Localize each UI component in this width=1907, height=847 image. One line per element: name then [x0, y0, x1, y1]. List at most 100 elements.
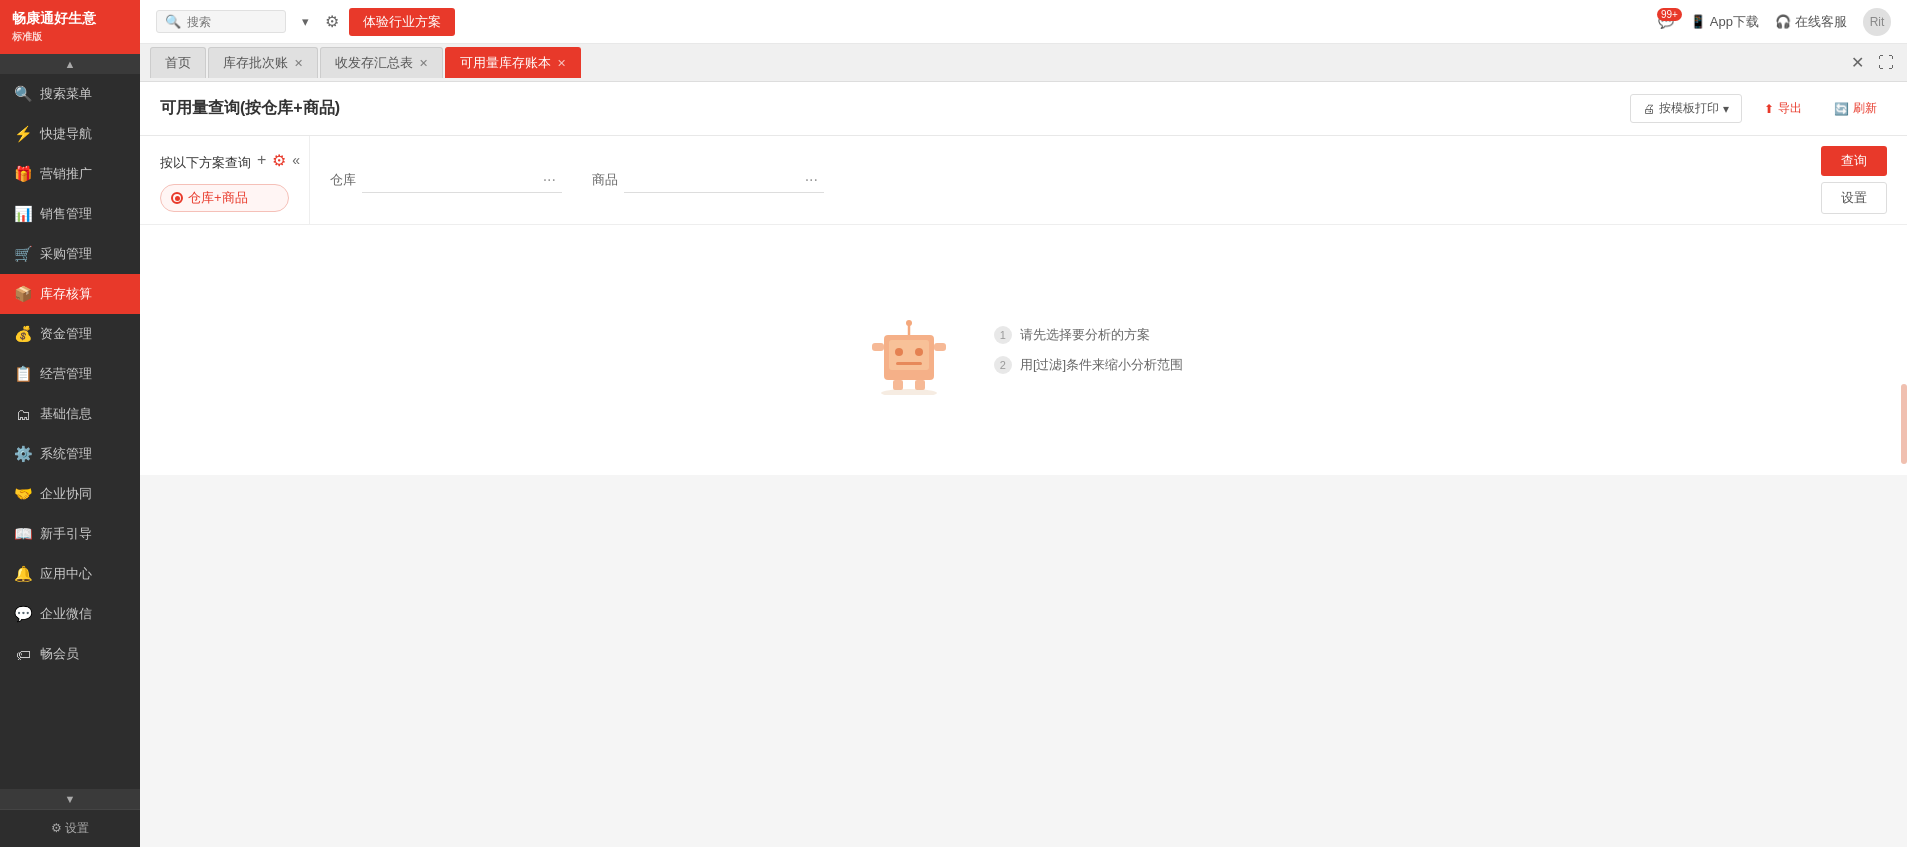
phone-icon: 📱 [1690, 14, 1706, 29]
sidebar-item-operations[interactable]: 📋经营管理 [0, 354, 140, 394]
hint-item-2: 2 用[过滤]条件来缩小分析范围 [994, 356, 1183, 374]
topbar-dropdown[interactable]: ▾ [296, 11, 315, 32]
tab-close-receipt-summary[interactable]: ✕ [419, 57, 428, 70]
product-filter-field: 商品 ··· [592, 168, 824, 193]
topbar-gear-icon[interactable]: ⚙ [325, 12, 339, 31]
app-download-link[interactable]: 📱 App下载 [1690, 13, 1759, 31]
logo-title: 畅康通好生意 [12, 10, 128, 28]
settings-button[interactable]: 设置 [1821, 182, 1887, 214]
user-avatar[interactable]: Rit [1863, 8, 1891, 36]
quick-nav-icon: ⚡ [14, 125, 32, 143]
sidebar-item-app-center[interactable]: 🔔 应用中心 [0, 554, 140, 594]
add-scheme-button[interactable]: + [257, 148, 266, 172]
sidebar-logo: 畅康通好生意 标准版 [0, 0, 140, 54]
sidebar-item-finance[interactable]: 💰资金管理 [0, 314, 140, 354]
sidebar-item-label-search: 搜索菜单 [40, 85, 92, 103]
sidebar-menu: 🔍搜索菜单 ⚡ 快捷导航 🎁营销推广📊销售管理🛒采购管理📦库存核算💰资金管理📋经营管理… [0, 74, 140, 789]
empty-state-content: 1 请先选择要分析的方案 2 用[过滤]条件来缩小分析范围 [864, 305, 1183, 395]
right-scrollbar-hint[interactable] [1901, 384, 1907, 464]
search-icon: 🔍 [165, 14, 181, 29]
product-input[interactable] [630, 172, 805, 187]
warehouse-input[interactable] [368, 172, 543, 187]
svg-rect-9 [893, 380, 903, 390]
sidebar-item-member[interactable]: 🏷畅会员 [0, 634, 140, 674]
sidebar-item-label-app-center: 应用中心 [40, 565, 92, 583]
sidebar-item-label-purchase: 采购管理 [40, 245, 92, 263]
sidebar-item-purchase[interactable]: 🛒采购管理 [0, 234, 140, 274]
filter-scheme-label: 按以下方案查询 [160, 148, 251, 172]
sidebar-item-label-quick-nav: 快捷导航 [40, 125, 92, 143]
sidebar-item-label-newbie: 新手引导 [40, 525, 92, 543]
system-icon: ⚙️ [14, 445, 32, 463]
logo-sub: 标准版 [12, 30, 128, 44]
basic-icon: 🗂 [14, 406, 32, 423]
page-content: 可用量查询(按仓库+商品) 🖨 按模板打印 ▾ ⬆ 导出 🔄 刷新 [140, 82, 1907, 847]
print-button[interactable]: 🖨 按模板打印 ▾ [1630, 94, 1742, 123]
sidebar-item-sales[interactable]: 📊销售管理 [0, 194, 140, 234]
sidebar-item-label-member: 畅会员 [40, 645, 79, 663]
tab-close-available-ledger[interactable]: ✕ [557, 57, 566, 70]
sidebar-item-marketing[interactable]: 🎁营销推广 [0, 154, 140, 194]
tab-close-batch-ledger[interactable]: ✕ [294, 57, 303, 70]
sidebar: 畅康通好生意 标准版 ▲ 🔍搜索菜单 ⚡ 快捷导航 🎁营销推广📊销售管理🛒采购管理📦库… [0, 0, 140, 847]
sidebar-item-basic[interactable]: 🗂 基础信息 [0, 394, 140, 434]
refresh-button[interactable]: 🔄 刷新 [1824, 95, 1887, 122]
page-title: 可用量查询(按仓库+商品) [160, 98, 340, 119]
product-more-button[interactable]: ··· [805, 171, 818, 189]
online-service-link[interactable]: 🎧 在线客服 [1775, 13, 1847, 31]
sidebar-item-label-inventory: 库存核算 [40, 285, 92, 303]
sidebar-item-label-basic: 基础信息 [40, 405, 92, 423]
svg-rect-1 [889, 340, 929, 370]
tabbar: 首页 库存批次账 ✕ 收发存汇总表 ✕ 可用量库存账本 ✕ ✕ ⛶ [140, 44, 1907, 82]
sidebar-item-system[interactable]: ⚙️系统管理 [0, 434, 140, 474]
sidebar-item-label-enterprise: 企业协同 [40, 485, 92, 503]
printer-icon: 🖨 [1643, 102, 1655, 116]
scheme-collapse-button[interactable]: « [292, 152, 300, 168]
sidebar-item-newbie[interactable]: 📖新手引导 [0, 514, 140, 554]
export-button[interactable]: ⬆ 导出 [1754, 95, 1812, 122]
sidebar-scroll-down[interactable]: ▼ [0, 789, 140, 809]
empty-hints: 1 请先选择要分析的方案 2 用[过滤]条件来缩小分析范围 [994, 326, 1183, 374]
tab-close-button[interactable]: ✕ [1848, 50, 1867, 75]
topbar: 🔍 ▾ ⚙ 体验行业方案 💬 99+ 📱 App下载 🎧 在线客服 Rit [140, 0, 1907, 44]
sidebar-bottom: ⚙ 设置 [0, 809, 140, 847]
hint-number-1: 1 [994, 326, 1012, 344]
svg-point-6 [906, 320, 912, 326]
tab-receipt-summary[interactable]: 收发存汇总表 ✕ [320, 47, 443, 78]
svg-point-11 [881, 389, 937, 395]
message-badge: 99+ [1657, 8, 1682, 21]
sidebar-item-search[interactable]: 🔍搜索菜单 [0, 74, 140, 114]
tab-home[interactable]: 首页 [150, 47, 206, 78]
sidebar-item-quick-nav[interactable]: ⚡ 快捷导航 [0, 114, 140, 154]
topbar-search[interactable]: 🔍 [156, 10, 286, 33]
sidebar-item-wechat[interactable]: 💬企业微信 [0, 594, 140, 634]
tabbar-actions: ✕ ⛶ [1848, 50, 1897, 75]
main-area: 🔍 ▾ ⚙ 体验行业方案 💬 99+ 📱 App下载 🎧 在线客服 Rit [140, 0, 1907, 847]
scheme-warehouse-product[interactable]: 仓库+商品 [160, 184, 289, 212]
print-dropdown-icon: ▾ [1723, 102, 1729, 116]
marketing-icon: 🎁 [14, 165, 32, 183]
sidebar-scroll-up[interactable]: ▲ [0, 54, 140, 74]
headset-icon: 🎧 [1775, 14, 1791, 29]
search-input[interactable] [187, 15, 267, 29]
hint-text-2: 用[过滤]条件来缩小分析范围 [1020, 356, 1183, 374]
warehouse-more-button[interactable]: ··· [543, 171, 556, 189]
hint-item-1: 1 请先选择要分析的方案 [994, 326, 1183, 344]
svg-point-3 [915, 348, 923, 356]
page-header: 可用量查询(按仓库+商品) 🖨 按模板打印 ▾ ⬆ 导出 🔄 刷新 [140, 82, 1907, 136]
sidebar-item-label-operations: 经营管理 [40, 365, 92, 383]
empty-state: 1 请先选择要分析的方案 2 用[过滤]条件来缩小分析范围 [140, 225, 1907, 475]
query-button[interactable]: 查询 [1821, 146, 1887, 176]
sidebar-item-inventory[interactable]: 📦库存核算 [0, 274, 140, 314]
hint-number-2: 2 [994, 356, 1012, 374]
tab-maximize-button[interactable]: ⛶ [1875, 51, 1897, 75]
app-center-icon: 🔔 [14, 565, 32, 583]
export-icon: ⬆ [1764, 102, 1774, 116]
sidebar-item-enterprise[interactable]: 🤝 企业协同 [0, 474, 140, 514]
scheme-settings-button[interactable]: ⚙ [272, 148, 286, 172]
message-icon-wrapper[interactable]: 💬 99+ [1658, 14, 1674, 29]
industry-solution-button[interactable]: 体验行业方案 [349, 8, 455, 36]
enterprise-icon: 🤝 [14, 485, 32, 503]
tab-batch-ledger[interactable]: 库存批次账 ✕ [208, 47, 318, 78]
tab-available-ledger[interactable]: 可用量库存账本 ✕ [445, 47, 581, 78]
